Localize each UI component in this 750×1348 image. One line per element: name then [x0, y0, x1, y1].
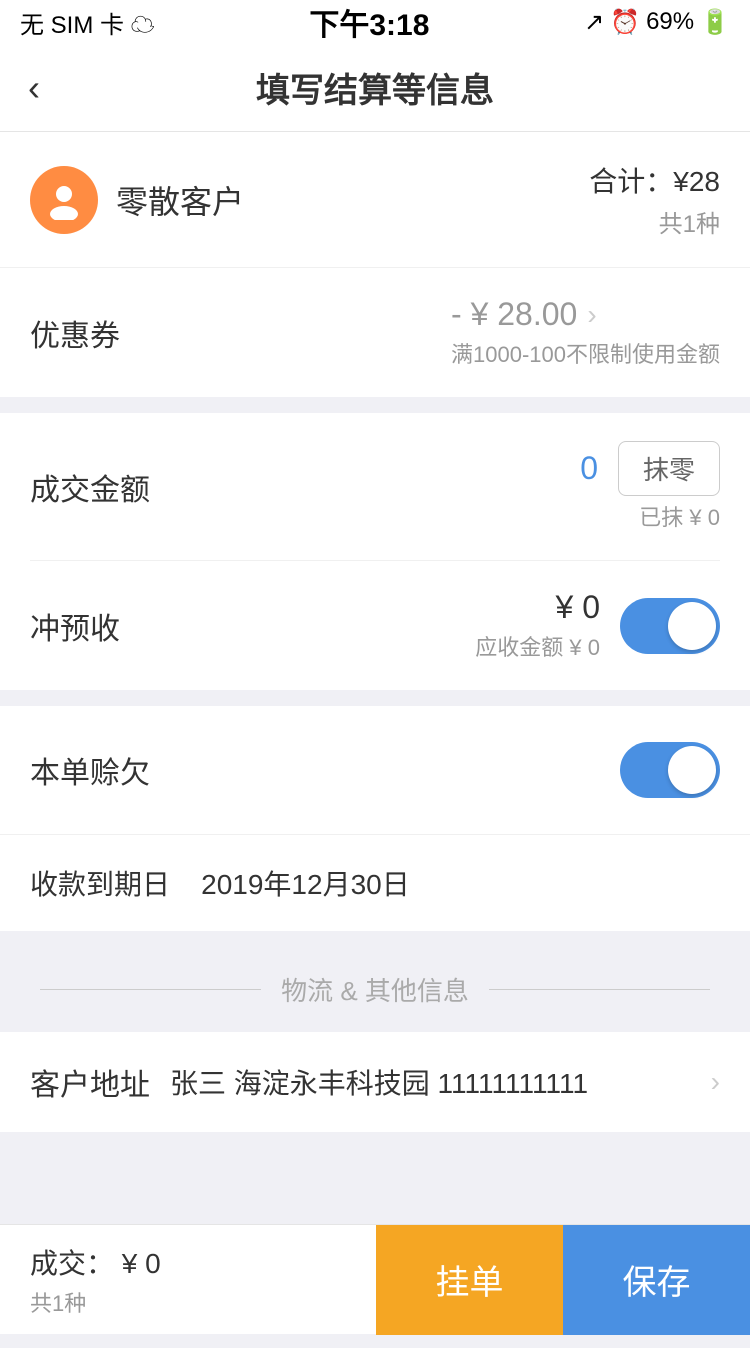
- battery-label: 69%: [646, 8, 694, 36]
- amount-section: 成交金额 0 抹零 已抹 ¥ 0 冲预收 ¥ 0 应收金额 ¥ 0: [0, 413, 750, 690]
- avatar: [30, 166, 98, 234]
- customer-name: 零散客户: [116, 177, 244, 223]
- due-date-row: 收款到期日 2019年12月30日: [0, 834, 750, 931]
- coupon-desc: 满1000-100不限制使用金额: [451, 337, 720, 369]
- customer-summary: 合计：¥28 共1种: [589, 160, 720, 239]
- user-icon: [44, 180, 84, 220]
- prepay-row: 冲预收 ¥ 0 应收金额 ¥ 0: [30, 561, 720, 690]
- alarm-icon: ⏰: [610, 8, 640, 37]
- customer-count: 共1种: [589, 204, 720, 239]
- amount-sub: 已抹 ¥ 0: [639, 500, 720, 532]
- nav-bar: ‹ 填写结算等信息: [0, 44, 750, 132]
- prepay-label: 冲预收: [30, 604, 120, 648]
- address-row[interactable]: 客户地址 张三 海淀永丰科技园 11111111111 ›: [0, 1032, 750, 1132]
- customer-section: 零散客户 合计：¥28 共1种 优惠券 - ¥ 28.00 › 满1000-10…: [0, 132, 750, 397]
- bottom-bar: 成交： ¥ 0 共1种 挂单 保存: [0, 1224, 750, 1334]
- customer-row: 零散客户 合计：¥28 共1种: [0, 132, 750, 267]
- amount-value[interactable]: 0: [580, 450, 598, 487]
- divider-right: [489, 989, 710, 990]
- location-icon: ↗: [584, 8, 604, 37]
- bottom-summary: 成交： ¥ 0 共1种: [0, 1242, 376, 1318]
- address-chevron-icon: ›: [711, 1066, 720, 1098]
- prepay-sub: 应收金额 ¥ 0: [475, 630, 600, 662]
- logistics-section: 物流 & 其他信息: [0, 947, 750, 1032]
- bottom-deal-label: 成交： ¥ 0: [30, 1242, 346, 1282]
- debt-section: 本单赊欠 收款到期日 2019年12月30日: [0, 706, 750, 931]
- amount-label: 成交金额: [30, 465, 150, 509]
- logistics-label: 物流 & 其他信息: [281, 971, 469, 1008]
- status-time: 下午3:18: [309, 0, 429, 44]
- due-date-label: 收款到期日: [30, 869, 170, 900]
- status-left: 无 SIM 卡 ☁: [20, 5, 155, 40]
- customer-total: 合计：¥28: [589, 160, 720, 200]
- round-button[interactable]: 抹零: [618, 441, 720, 496]
- divider-left: [40, 989, 261, 990]
- customer-info: 零散客户: [30, 166, 244, 234]
- coupon-row[interactable]: 优惠券 - ¥ 28.00 › 满1000-100不限制使用金额: [0, 267, 750, 397]
- address-label: 客户地址: [30, 1060, 170, 1104]
- transaction-amount-row: 成交金额 0 抹零 已抹 ¥ 0: [30, 413, 720, 561]
- logistics-divider: 物流 & 其他信息: [0, 971, 750, 1008]
- address-value: 张三 海淀永丰科技园 11111111111: [170, 1062, 701, 1102]
- debt-toggle-knob: [668, 746, 716, 794]
- prepay-info: ¥ 0 应收金额 ¥ 0: [475, 589, 600, 662]
- hang-button[interactable]: 挂单: [376, 1225, 563, 1335]
- due-date-value: 2019年12月30日: [201, 869, 410, 900]
- prepay-amount: ¥ 0: [556, 589, 600, 626]
- sim-label: 无 SIM 卡 ☁: [20, 5, 155, 40]
- coupon-chevron-icon: ›: [587, 299, 596, 331]
- address-section: 客户地址 张三 海淀永丰科技园 11111111111 ›: [0, 1032, 750, 1132]
- bottom-count-label: 共1种: [30, 1286, 346, 1318]
- status-right: ↗ ⏰ 69% 🔋: [584, 8, 730, 37]
- toggle-knob: [668, 602, 716, 650]
- due-date-text: 收款到期日 2019年12月30日: [30, 869, 410, 900]
- page-title: 填写结算等信息: [256, 63, 494, 112]
- battery-icon: 🔋: [700, 8, 730, 37]
- coupon-discount: - ¥ 28.00: [451, 296, 577, 333]
- prepay-toggle[interactable]: [620, 598, 720, 654]
- status-bar: 无 SIM 卡 ☁ 下午3:18 ↗ ⏰ 69% 🔋: [0, 0, 750, 44]
- debt-toggle[interactable]: [620, 742, 720, 798]
- save-button[interactable]: 保存: [563, 1225, 750, 1335]
- debt-label: 本单赊欠: [30, 748, 150, 792]
- coupon-label: 优惠券: [30, 311, 120, 355]
- coupon-right: - ¥ 28.00 › 满1000-100不限制使用金额: [451, 296, 720, 369]
- debt-row: 本单赊欠: [0, 706, 750, 834]
- back-button[interactable]: ‹: [28, 67, 40, 109]
